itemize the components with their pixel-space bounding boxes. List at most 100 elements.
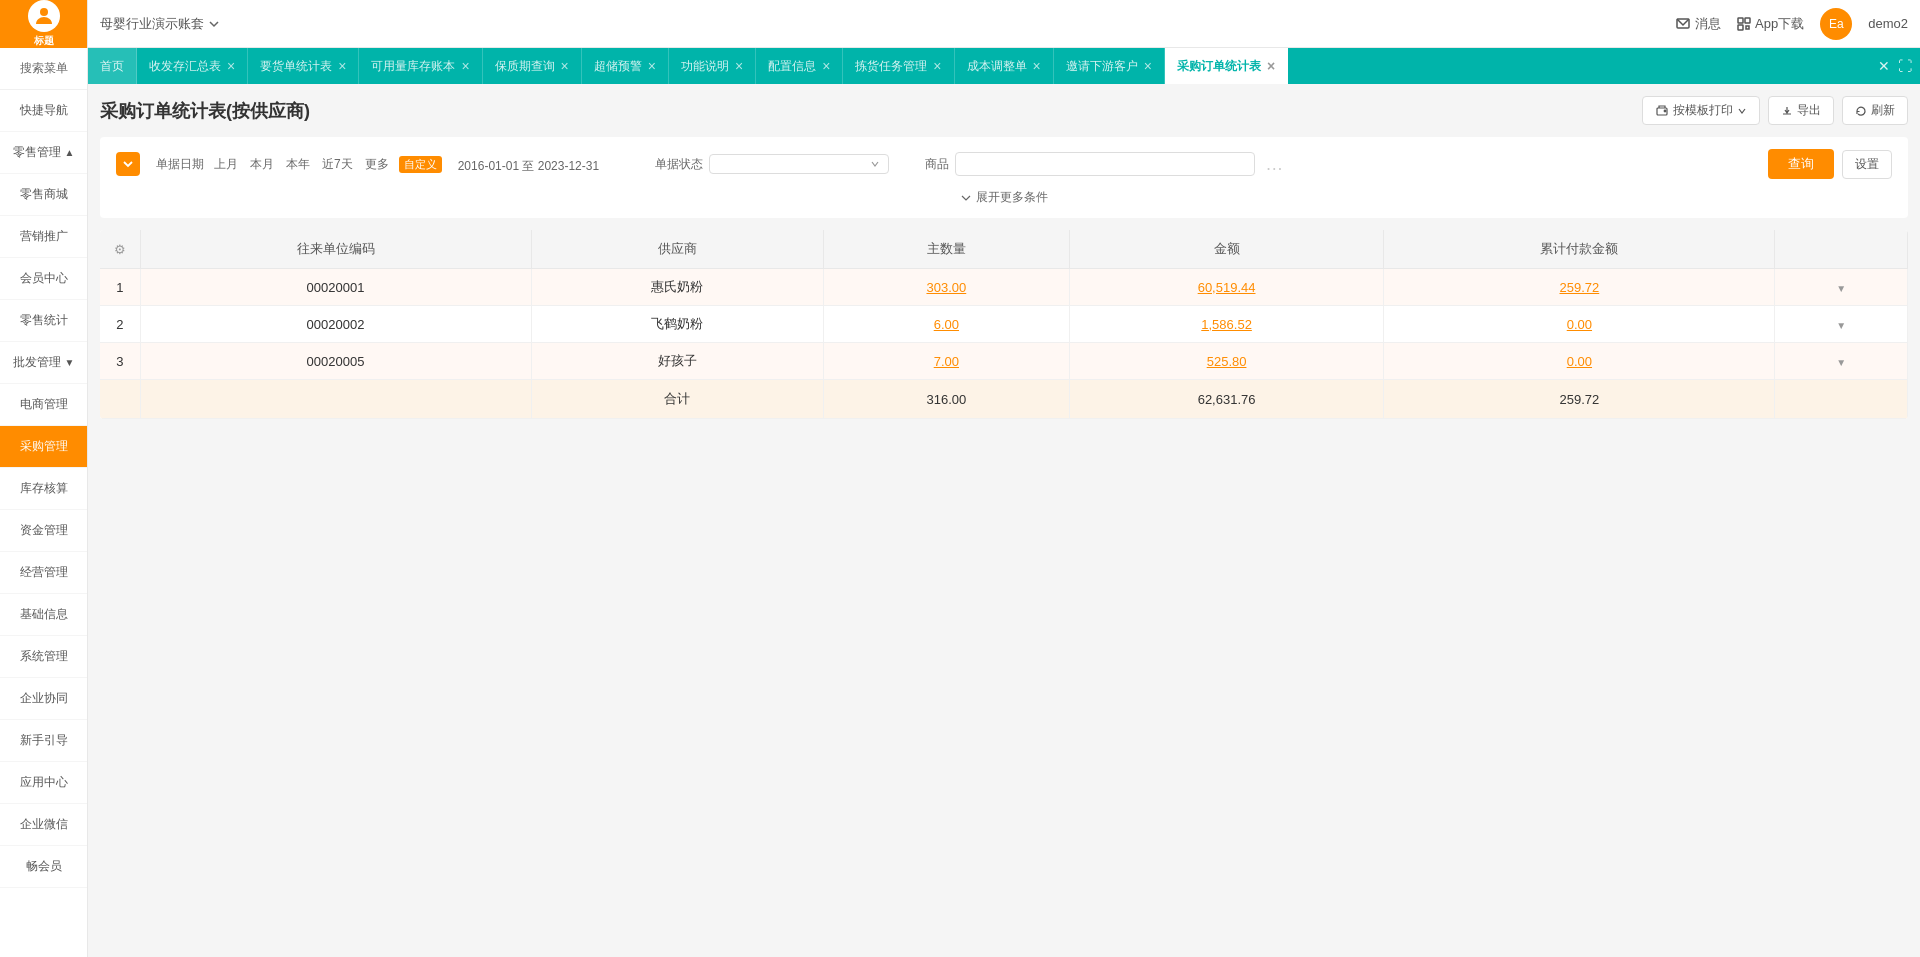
tab-cost-adjust[interactable]: 成本调整单 × <box>955 48 1054 84</box>
sidebar-item-app-center[interactable]: 应用中心 <box>0 762 87 804</box>
sidebar-item-inventory[interactable]: 库存核算 <box>0 468 87 510</box>
tab-close-icon[interactable]: × <box>1267 59 1275 73</box>
cell-qty[interactable]: 303.00 <box>823 269 1069 306</box>
sidebar-item-vip[interactable]: 畅会员 <box>0 846 87 888</box>
search-menu-btn[interactable]: 搜索菜单 <box>4 56 83 81</box>
this-year-btn[interactable]: 本年 <box>282 154 314 175</box>
sidebar-item-purchase-mgmt[interactable]: 采购管理 <box>0 426 87 468</box>
goods-input-more-icon[interactable]: … <box>1265 154 1283 175</box>
col-extra-header <box>1775 230 1908 269</box>
table-row[interactable]: 3 00020005 好孩子 7.00 525.80 0.00 ▼ <box>100 343 1908 380</box>
sidebar-item-ops-mgmt[interactable]: 经营管理 <box>0 552 87 594</box>
tab-close-icon[interactable]: × <box>1033 59 1041 73</box>
more-date-btn[interactable]: 更多 <box>361 154 393 175</box>
tab-purchase-stats[interactable]: 采购订单统计表 × <box>1165 48 1288 84</box>
tab-picking-tasks[interactable]: 拣货任务管理 × <box>843 48 954 84</box>
tab-close-icon[interactable]: × <box>461 59 469 73</box>
cell-qty[interactable]: 7.00 <box>823 343 1069 380</box>
goods-input[interactable] <box>955 152 1255 176</box>
table-row[interactable]: 2 00020002 飞鹤奶粉 6.00 1,586.52 0.00 ▼ <box>100 306 1908 343</box>
sidebar-item-retail-store[interactable]: 零售商城 <box>0 174 87 216</box>
status-select[interactable] <box>709 154 889 174</box>
custom-date-tag[interactable]: 自定义 <box>399 156 442 173</box>
tab-config-info[interactable]: 配置信息 × <box>756 48 843 84</box>
footer-label: 合计 <box>531 380 823 419</box>
sidebar-search-section: 搜索菜单 <box>0 48 87 90</box>
cell-qty[interactable]: 6.00 <box>823 306 1069 343</box>
cell-supplier: 惠氏奶粉 <box>531 269 823 306</box>
tab-close-icon[interactable]: × <box>933 59 941 73</box>
sidebar-item-retail-mgmt[interactable]: 零售管理 ▲ <box>0 132 87 174</box>
tab-expiry-query[interactable]: 保质期查询 × <box>483 48 582 84</box>
last-month-btn[interactable]: 上月 <box>210 154 242 175</box>
sidebar-item-new-guide[interactable]: 新手引导 <box>0 720 87 762</box>
cell-paid-amount[interactable]: 0.00 <box>1384 343 1775 380</box>
tab-close-icon[interactable]: × <box>822 59 830 73</box>
logo-label: 标题 <box>34 34 54 48</box>
col-unit-code-header: 往来单位编码 <box>140 230 531 269</box>
tab-close-icon[interactable]: × <box>648 59 656 73</box>
tab-close-icon[interactable]: × <box>1144 59 1152 73</box>
sidebar-item-member[interactable]: 会员中心 <box>0 258 87 300</box>
sidebar-item-quick-nav[interactable]: 快捷导航 <box>0 90 87 132</box>
tab-overstock-warning[interactable]: 超储预警 × <box>582 48 669 84</box>
svg-point-0 <box>40 8 48 16</box>
sidebar-item-wholesale-mgmt[interactable]: 批发管理 ▼ <box>0 342 87 384</box>
close-tab-icon[interactable]: ✕ <box>1878 58 1890 74</box>
chevron-down-icon: ▲ <box>65 147 75 158</box>
export-btn[interactable]: 导出 <box>1768 96 1834 125</box>
tab-close-icon[interactable]: × <box>735 59 743 73</box>
refresh-btn[interactable]: 刷新 <box>1842 96 1908 125</box>
page-title: 采购订单统计表(按供应商) <box>100 99 310 123</box>
col-settings-header: ⚙ <box>100 230 140 269</box>
tab-invite-downstream[interactable]: 邀请下游客户 × <box>1054 48 1165 84</box>
cell-expand[interactable]: ▼ <box>1775 269 1908 306</box>
tab-receive-summary[interactable]: 收发存汇总表 × <box>137 48 248 84</box>
tab-bar-controls: ✕ ⛶ <box>1870 48 1920 84</box>
cell-paid-amount[interactable]: 0.00 <box>1384 306 1775 343</box>
settings-icon[interactable]: ⚙ <box>114 242 126 257</box>
goods-label: 商品 <box>925 156 949 173</box>
cell-supplier: 飞鹤奶粉 <box>531 306 823 343</box>
sidebar-item-finance[interactable]: 资金管理 <box>0 510 87 552</box>
template-print-btn[interactable]: 按模板打印 <box>1642 96 1760 125</box>
expand-more-btn[interactable]: 展开更多条件 <box>960 189 1048 206</box>
seven-days-btn[interactable]: 近7天 <box>318 154 357 175</box>
sidebar-item-retail-stats[interactable]: 零售统计 <box>0 300 87 342</box>
tab-home[interactable]: 首页 <box>88 48 137 84</box>
query-btn[interactable]: 查询 <box>1768 149 1834 179</box>
sidebar-logo: 标题 <box>0 0 87 48</box>
table-row[interactable]: 1 00020001 惠氏奶粉 303.00 60,519.44 259.72 … <box>100 269 1908 306</box>
cell-amount[interactable]: 60,519.44 <box>1069 269 1384 306</box>
cell-amount[interactable]: 1,586.52 <box>1069 306 1384 343</box>
top-bar-right: 消息 App下载 Ea demo2 <box>1675 8 1908 40</box>
cell-index: 1 <box>100 269 140 306</box>
tab-func-desc[interactable]: 功能说明 × <box>669 48 756 84</box>
sidebar-item-marketing[interactable]: 营销推广 <box>0 216 87 258</box>
cell-expand[interactable]: ▼ <box>1775 343 1908 380</box>
sidebar-item-ecom-mgmt[interactable]: 电商管理 <box>0 384 87 426</box>
tab-close-icon[interactable]: × <box>561 59 569 73</box>
message-btn[interactable]: 消息 <box>1675 15 1721 33</box>
sidebar-item-basic-info[interactable]: 基础信息 <box>0 594 87 636</box>
sidebar-item-enterprise[interactable]: 企业协同 <box>0 678 87 720</box>
filter-collapse-btn[interactable] <box>116 152 140 176</box>
cell-amount[interactable]: 525.80 <box>1069 343 1384 380</box>
this-month-btn[interactable]: 本月 <box>246 154 278 175</box>
breadcrumb[interactable]: 母婴行业演示账套 <box>100 15 220 33</box>
user-avatar[interactable]: Ea <box>1820 8 1852 40</box>
settings-btn[interactable]: 设置 <box>1842 150 1892 179</box>
cell-expand[interactable]: ▼ <box>1775 306 1908 343</box>
table-footer-row: 合计 316.00 62,631.76 259.72 <box>100 380 1908 419</box>
sidebar-item-sys-mgmt[interactable]: 系统管理 <box>0 636 87 678</box>
maximize-icon[interactable]: ⛶ <box>1898 58 1912 74</box>
cell-paid-amount[interactable]: 259.72 <box>1384 269 1775 306</box>
tab-demand-stats[interactable]: 要货单统计表 × <box>248 48 359 84</box>
tab-close-icon[interactable]: × <box>338 59 346 73</box>
tab-available-stock[interactable]: 可用量库存账本 × <box>359 48 482 84</box>
top-bar: 母婴行业演示账套 消息 App下载 Ea demo2 <box>88 0 1920 48</box>
expand-icon <box>960 192 972 204</box>
sidebar-item-enterprise-wechat[interactable]: 企业微信 <box>0 804 87 846</box>
tab-close-icon[interactable]: × <box>227 59 235 73</box>
app-download-btn[interactable]: App下载 <box>1737 15 1804 33</box>
